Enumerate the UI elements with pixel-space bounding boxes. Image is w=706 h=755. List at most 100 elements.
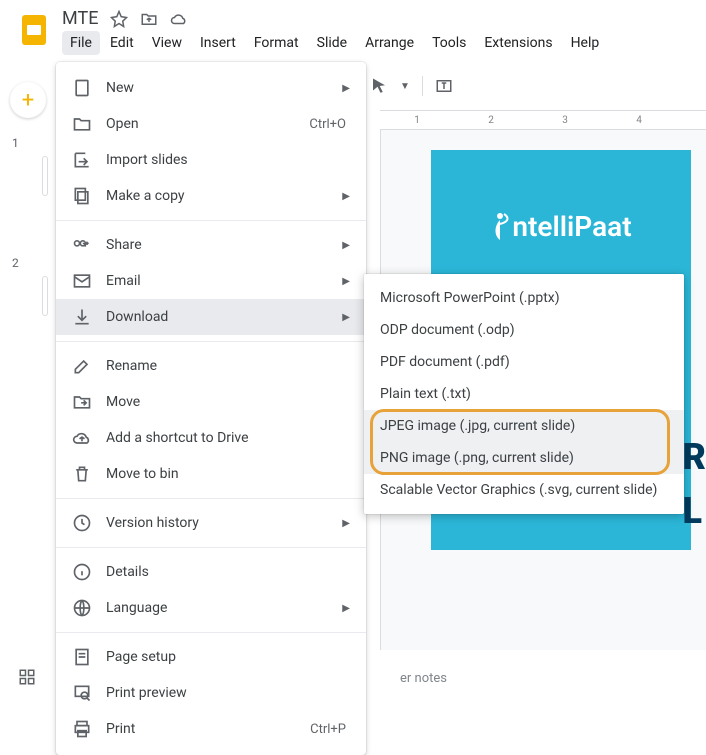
menu-file[interactable]: File [62,31,100,55]
menubar: FileEditViewInsertFormatSlideArrangeTool… [62,31,607,55]
menu-item-label: Add a shortcut to Drive [106,430,350,446]
ruler-tick: 1 [380,115,454,126]
menu-edit[interactable]: Edit [102,31,142,55]
menu-item-label: Print [106,721,310,737]
menu-item-page-setup[interactable]: Page setup [56,639,366,675]
shortcut-icon [72,428,92,448]
globe-icon [72,598,92,618]
menu-separator [56,547,366,548]
download-option[interactable]: ODP document (.odp) [364,314,684,346]
textbox-icon[interactable] [435,77,453,95]
submenu-arrow-icon: ▶ [342,240,350,251]
speaker-notes[interactable]: er notes [380,671,706,686]
rename-icon [72,356,92,376]
toolbar-separator [422,76,423,96]
copy-icon [72,186,92,206]
menu-view[interactable]: View [144,31,190,55]
slide-number: 1 [12,136,44,150]
submenu-arrow-icon: ▶ [342,276,350,287]
menu-item-label: Move to bin [106,466,350,482]
cloud-status-icon[interactable] [170,10,188,28]
grid-view-icon[interactable] [18,668,36,686]
menu-item-version-history[interactable]: Version history▶ [56,505,366,541]
page-icon [72,647,92,667]
ruler-tick: 2 [454,115,528,126]
download-option[interactable]: Microsoft PowerPoint (.pptx) [364,282,684,314]
slide-thumbnail[interactable] [42,276,48,316]
folder-icon [72,114,92,134]
ruler-tick: 3 [528,115,602,126]
menu-help[interactable]: Help [563,31,608,55]
menu-item-move-to-bin[interactable]: Move to bin [56,456,366,492]
download-option[interactable]: Plain text (.txt) [364,378,684,410]
menu-shortcut: Ctrl+O [309,117,346,132]
slide-brand-text: ntelliPaat [490,210,631,243]
info-icon [72,562,92,582]
download-option[interactable]: Scalable Vector Graphics (.svg, current … [364,474,684,506]
menu-item-import-slides[interactable]: Import slides [56,142,366,178]
menu-item-open[interactable]: OpenCtrl+O [56,106,366,142]
menu-item-new[interactable]: New▶ [56,70,366,106]
menu-arrange[interactable]: Arrange [357,31,422,55]
pointer-icon[interactable] [370,77,388,95]
menu-item-email[interactable]: Email▶ [56,263,366,299]
menu-separator [56,498,366,499]
menu-item-label: Details [106,564,350,580]
menu-item-download[interactable]: Download▶ [56,299,366,335]
menu-item-label: Import slides [106,152,350,168]
star-icon[interactable] [110,10,128,28]
menu-item-label: Page setup [106,649,350,665]
menu-insert[interactable]: Insert [192,31,244,55]
trash-icon [72,464,92,484]
submenu-arrow-icon: ▶ [342,603,350,614]
import-icon [72,150,92,170]
menu-separator [56,220,366,221]
mail-icon [72,271,92,291]
move-icon [72,392,92,412]
menu-tools[interactable]: Tools [424,31,474,55]
share-icon [72,235,92,255]
menu-item-label: New [106,80,342,96]
submenu-arrow-icon: ▶ [342,312,350,323]
menu-item-move[interactable]: Move [56,384,366,420]
menu-item-print[interactable]: PrintCtrl+P [56,711,366,747]
menu-item-print-preview[interactable]: Print preview [56,675,366,711]
menu-slide[interactable]: Slide [309,31,355,55]
new-slide-button[interactable]: + [10,82,46,118]
submenu-arrow-icon: ▶ [342,83,350,94]
history-icon [72,513,92,533]
menu-item-label: Make a copy [106,188,342,204]
menu-item-label: Print preview [106,685,350,701]
ruler: 1234 [380,110,706,130]
menu-item-rename[interactable]: Rename [56,348,366,384]
document-title[interactable]: MTE [62,8,98,29]
menu-item-make-a-copy[interactable]: Make a copy▶ [56,178,366,214]
menu-separator [56,632,366,633]
download-icon [72,307,92,327]
download-option[interactable]: PDF document (.pdf) [364,346,684,378]
menu-shortcut: Ctrl+P [310,722,346,737]
menu-item-details[interactable]: Details [56,554,366,590]
file-menu: New▶OpenCtrl+OImport slidesMake a copy▶S… [56,62,366,755]
dropdown-arrow-icon[interactable]: ▼ [400,81,410,92]
submenu-arrow-icon: ▶ [342,191,350,202]
menu-extensions[interactable]: Extensions [476,31,560,55]
menu-item-label: Language [106,600,342,616]
menu-separator [56,341,366,342]
download-submenu: Microsoft PowerPoint (.pptx)ODP document… [364,274,684,514]
download-option[interactable]: PNG image (.png, current slide) [364,442,684,474]
slides-logo [16,12,52,48]
menu-item-label: Rename [106,358,350,374]
menu-item-label: Email [106,273,342,289]
download-option[interactable]: JPEG image (.jpg, current slide) [364,410,684,442]
move-folder-icon[interactable] [140,10,158,28]
preview-icon [72,683,92,703]
menu-format[interactable]: Format [246,31,307,55]
print-icon [72,719,92,739]
menu-item-share[interactable]: Share▶ [56,227,366,263]
menu-item-language[interactable]: Language▶ [56,590,366,626]
menu-item-add-a-shortcut-to-drive[interactable]: Add a shortcut to Drive [56,420,366,456]
menu-item-label: Download [106,309,342,325]
menu-item-label: Open [106,116,309,132]
slide-thumbnail[interactable] [42,156,48,196]
